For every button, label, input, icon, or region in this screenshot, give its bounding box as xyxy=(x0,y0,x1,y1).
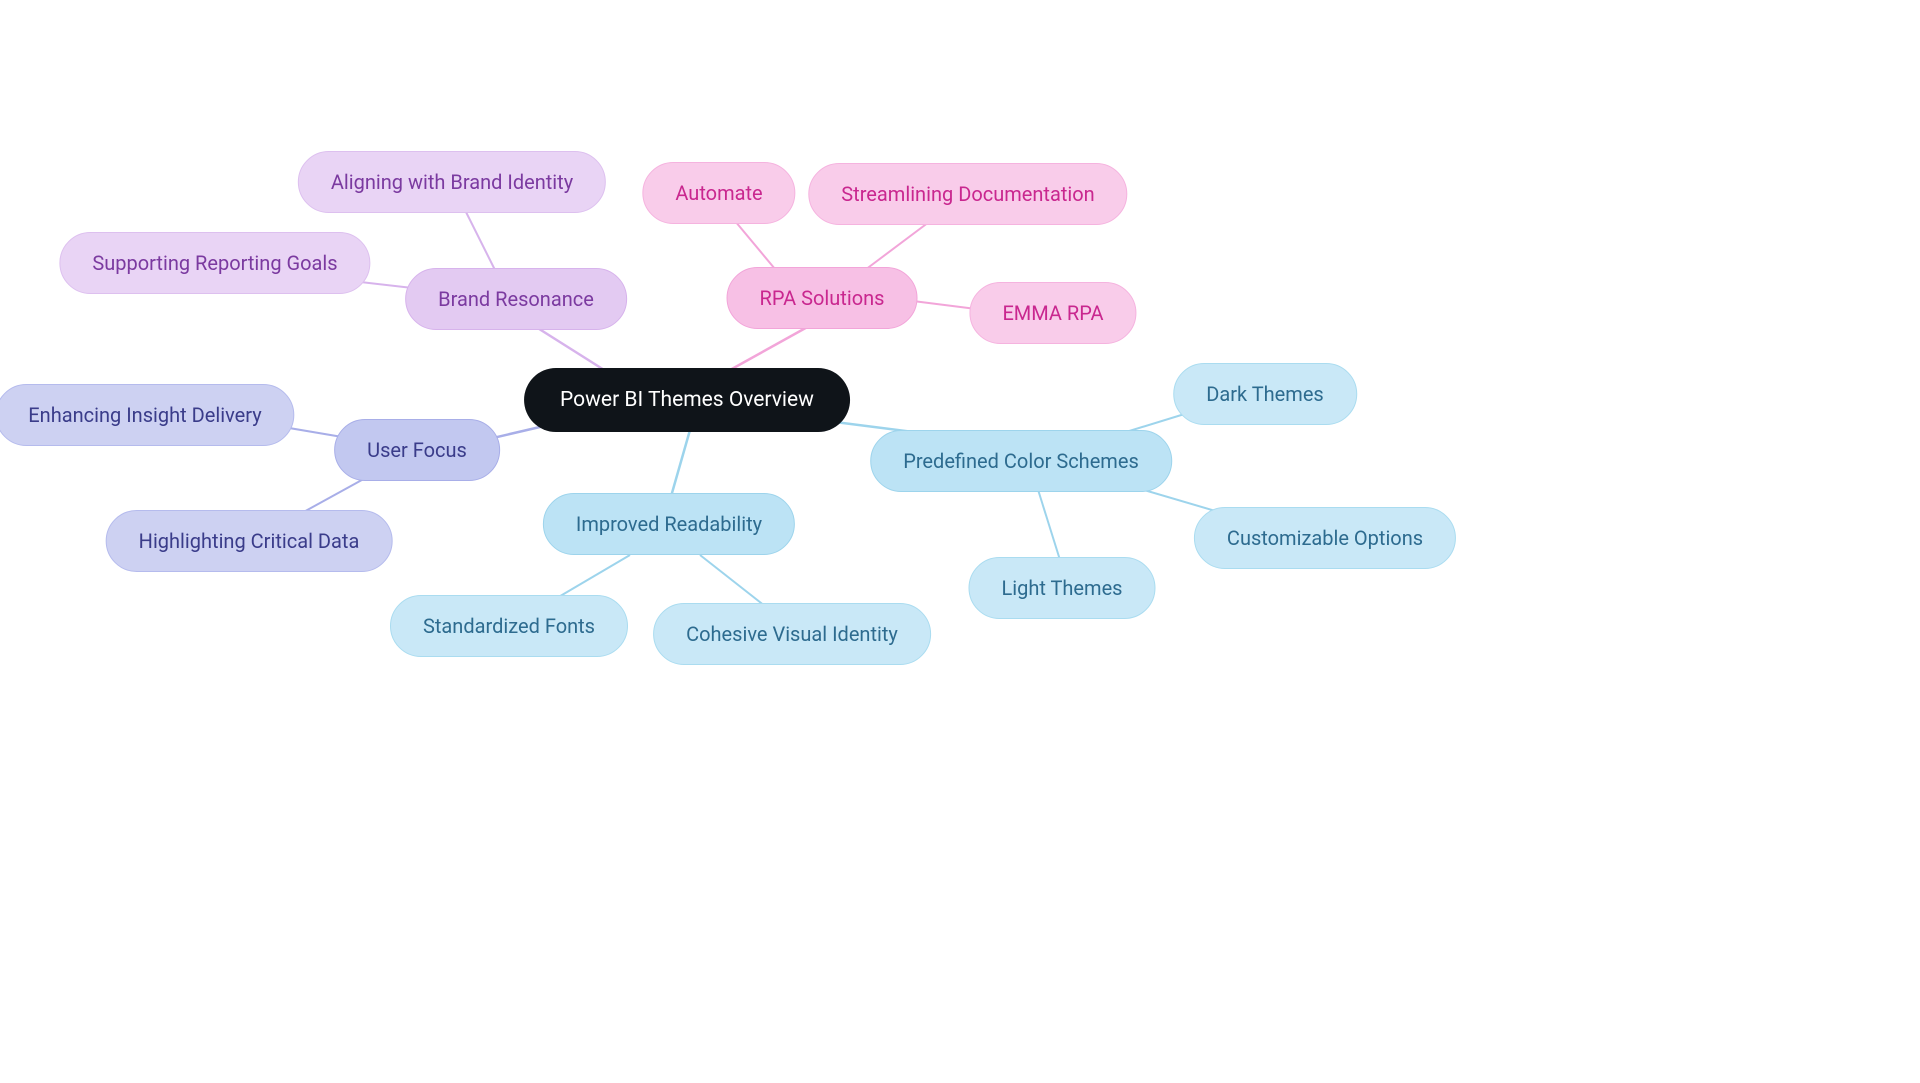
node-aligning-label: Aligning with Brand Identity xyxy=(331,170,573,194)
node-emma-label: EMMA RPA xyxy=(1002,301,1103,325)
branch-brand-label: Brand Resonance xyxy=(438,287,594,311)
node-fonts[interactable]: Standardized Fonts xyxy=(390,595,628,657)
branch-readability-label: Improved Readability xyxy=(576,512,762,536)
branch-predefined[interactable]: Predefined Color Schemes xyxy=(870,430,1172,492)
node-emma[interactable]: EMMA RPA xyxy=(969,282,1136,344)
node-supporting-label: Supporting Reporting Goals xyxy=(92,251,337,275)
node-aligning[interactable]: Aligning with Brand Identity xyxy=(298,151,606,213)
node-light-themes-label: Light Themes xyxy=(1001,576,1122,600)
node-dark-themes-label: Dark Themes xyxy=(1206,382,1324,406)
node-supporting[interactable]: Supporting Reporting Goals xyxy=(59,232,370,294)
node-light-themes[interactable]: Light Themes xyxy=(968,557,1155,619)
node-streamlining-label: Streamlining Documentation xyxy=(841,182,1094,206)
mindmap-canvas: Power BI Themes Overview Predefined Colo… xyxy=(0,0,1920,1083)
node-critical-label: Highlighting Critical Data xyxy=(139,529,360,553)
node-fonts-label: Standardized Fonts xyxy=(423,614,595,638)
node-automate[interactable]: Automate xyxy=(642,162,795,224)
node-dark-themes[interactable]: Dark Themes xyxy=(1173,363,1357,425)
node-streamlining[interactable]: Streamlining Documentation xyxy=(808,163,1127,225)
branch-brand[interactable]: Brand Resonance xyxy=(405,268,627,330)
branch-predefined-label: Predefined Color Schemes xyxy=(903,449,1139,473)
branch-userfocus[interactable]: User Focus xyxy=(334,419,500,481)
node-insight[interactable]: Enhancing Insight Delivery xyxy=(0,384,295,446)
node-insight-label: Enhancing Insight Delivery xyxy=(28,403,261,427)
node-automate-label: Automate xyxy=(675,181,762,205)
branch-readability[interactable]: Improved Readability xyxy=(543,493,795,555)
node-customizable[interactable]: Customizable Options xyxy=(1194,507,1456,569)
branch-rpa[interactable]: RPA Solutions xyxy=(727,267,918,329)
root-label: Power BI Themes Overview xyxy=(560,388,814,412)
node-customizable-label: Customizable Options xyxy=(1227,526,1423,550)
branch-userfocus-label: User Focus xyxy=(367,438,467,462)
node-critical[interactable]: Highlighting Critical Data xyxy=(106,510,393,572)
root-node[interactable]: Power BI Themes Overview xyxy=(524,368,850,432)
branch-rpa-label: RPA Solutions xyxy=(760,286,885,310)
node-cohesive-label: Cohesive Visual Identity xyxy=(686,622,898,646)
node-cohesive[interactable]: Cohesive Visual Identity xyxy=(653,603,931,665)
